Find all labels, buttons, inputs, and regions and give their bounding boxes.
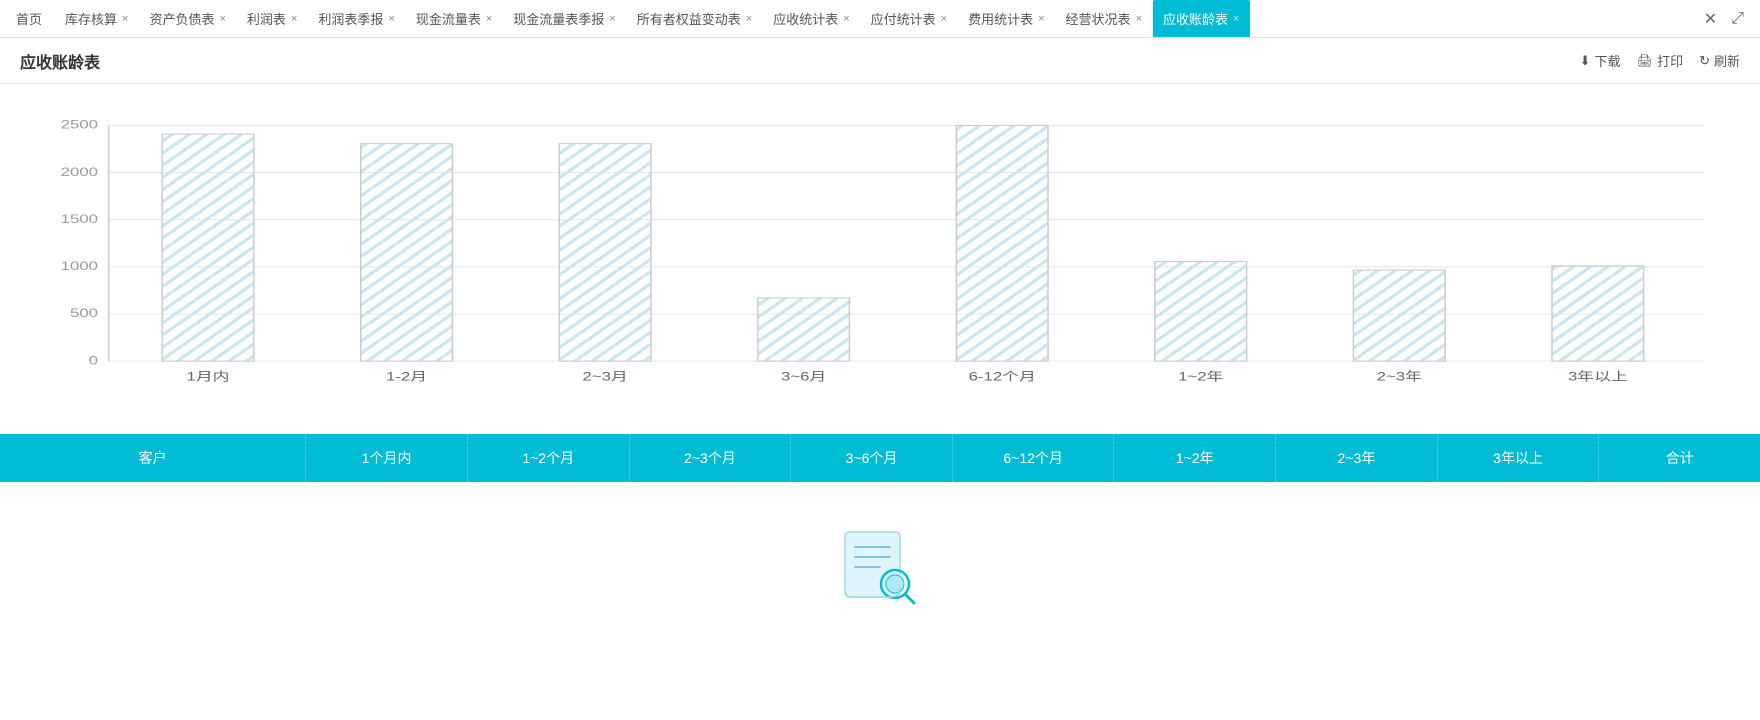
table-header-cell-6: 1~2年 bbox=[1114, 434, 1276, 482]
tab-close-ar-aging[interactable]: × bbox=[1233, 13, 1239, 25]
tab-close-profit[interactable]: × bbox=[291, 13, 297, 25]
tab-label-cashflow: 现金流量表 bbox=[416, 9, 481, 28]
tab-label-balance-sheet: 资产负债表 bbox=[149, 9, 214, 28]
tab-operations[interactable]: 经营状况表 × bbox=[1056, 0, 1153, 38]
tab-home[interactable]: 首页 bbox=[4, 0, 55, 38]
tab-label-inventory: 库存核算 bbox=[65, 9, 117, 28]
table-header-cell-3: 2~3个月 bbox=[630, 434, 792, 482]
bar-2-3year bbox=[1353, 270, 1445, 361]
bar-1month bbox=[162, 134, 254, 361]
tab-cashflow[interactable]: 现金流量表 × bbox=[406, 0, 503, 38]
tab-label-ar-aging: 应收账龄表 bbox=[1163, 9, 1228, 28]
table-header-cell-2: 1~2个月 bbox=[468, 434, 630, 482]
tab-label-ar-stats: 应收统计表 bbox=[773, 9, 838, 28]
tab-close-ap-stats[interactable]: × bbox=[941, 13, 947, 25]
tab-inventory[interactable]: 库存核算 × bbox=[55, 0, 139, 38]
tab-close-equity[interactable]: × bbox=[746, 13, 752, 25]
tab-close-ar-stats[interactable]: × bbox=[843, 13, 849, 25]
svg-text:0: 0 bbox=[89, 355, 98, 368]
bar-3plus-year bbox=[1552, 266, 1644, 361]
tab-expense-stats[interactable]: 费用统计表 × bbox=[958, 0, 1055, 38]
download-button[interactable]: ⬇ 下载 bbox=[1580, 51, 1621, 70]
table-header-cell-4: 3~6个月 bbox=[791, 434, 953, 482]
bar-6-12month bbox=[956, 125, 1048, 361]
main-content: 0 500 1000 1500 2000 2500 bbox=[0, 84, 1760, 720]
table-header-cell-5: 6~12个月 bbox=[953, 434, 1115, 482]
print-button[interactable]: 🖨 打印 bbox=[1637, 51, 1684, 70]
download-icon: ⬇ bbox=[1580, 53, 1591, 69]
tab-label-ap-stats: 应付统计表 bbox=[871, 9, 936, 28]
refresh-icon: ↻ bbox=[1699, 53, 1710, 69]
tab-equity[interactable]: 所有者权益变动表 × bbox=[627, 0, 763, 38]
tab-ar-aging[interactable]: 应收账龄表 × bbox=[1153, 0, 1250, 38]
tab-bar-actions: ✕ ⤢ bbox=[1700, 7, 1756, 31]
tab-ar-stats[interactable]: 应收统计表 × bbox=[763, 0, 860, 38]
empty-icon bbox=[830, 522, 930, 612]
table-header-cell-1: 1个月内 bbox=[306, 434, 468, 482]
svg-text:3~6月: 3~6月 bbox=[781, 371, 826, 384]
svg-text:1~2年: 1~2年 bbox=[1178, 370, 1223, 384]
tab-close-expense-stats[interactable]: × bbox=[1038, 13, 1044, 25]
print-icon: 🖨 bbox=[1637, 53, 1654, 69]
tab-label-profit-quarterly: 利润表季报 bbox=[318, 9, 383, 28]
tab-label-equity: 所有者权益变动表 bbox=[637, 9, 741, 28]
bar-1-2month bbox=[361, 144, 453, 362]
svg-text:1月内: 1月内 bbox=[187, 370, 230, 384]
refresh-button[interactable]: ↻ 刷新 bbox=[1699, 51, 1740, 70]
svg-text:2~3月: 2~3月 bbox=[582, 371, 627, 384]
svg-text:3年以上: 3年以上 bbox=[1568, 370, 1628, 384]
tab-close-cashflow-quarterly[interactable]: × bbox=[609, 13, 615, 25]
header-actions: ⬇ 下载 🖨 打印 ↻ 刷新 bbox=[1580, 51, 1740, 70]
tab-profit[interactable]: 利润表 × bbox=[237, 0, 308, 38]
table-header-cell-9: 合计 bbox=[1599, 434, 1760, 482]
table-header: 客户1个月内1~2个月2~3个月3~6个月6~12个月1~2年2~3年3年以上合… bbox=[0, 434, 1760, 482]
chart-area: 0 500 1000 1500 2000 2500 bbox=[0, 84, 1760, 434]
tab-bar: 首页 库存核算×资产负债表×利润表×利润表季报×现金流量表×现金流量表季报×所有… bbox=[0, 0, 1760, 38]
svg-text:500: 500 bbox=[70, 307, 98, 320]
table-header-cell-7: 2~3年 bbox=[1276, 434, 1438, 482]
empty-state bbox=[0, 482, 1760, 652]
bar-2-3month bbox=[559, 144, 651, 362]
tab-label-expense-stats: 费用统计表 bbox=[968, 9, 1033, 28]
tab-cashflow-quarterly[interactable]: 现金流量表季报 × bbox=[503, 0, 626, 38]
svg-text:1000: 1000 bbox=[61, 260, 98, 273]
tab-balance-sheet[interactable]: 资产负债表 × bbox=[139, 0, 236, 38]
tab-profit-quarterly[interactable]: 利润表季报 × bbox=[308, 0, 405, 38]
tab-close-balance-sheet[interactable]: × bbox=[219, 13, 225, 25]
page-header: 应收账龄表 ⬇ 下载 🖨 打印 ↻ 刷新 bbox=[0, 38, 1760, 84]
table-header-cell-0: 客户 bbox=[0, 434, 306, 482]
tab-label-profit: 利润表 bbox=[247, 9, 286, 28]
tab-ap-stats[interactable]: 应付统计表 × bbox=[861, 0, 958, 38]
tab-close-inventory[interactable]: × bbox=[122, 13, 128, 25]
page-title: 应收账龄表 bbox=[20, 49, 100, 73]
tab-close-profit-quarterly[interactable]: × bbox=[388, 13, 394, 25]
bar-chart: 0 500 1000 1500 2000 2500 bbox=[40, 104, 1720, 404]
svg-text:2500: 2500 bbox=[61, 119, 98, 132]
svg-text:2000: 2000 bbox=[61, 166, 98, 179]
tab-close-cashflow[interactable]: × bbox=[486, 13, 492, 25]
tab-label-cashflow-quarterly: 现金流量表季报 bbox=[513, 9, 604, 28]
bar-3-6month bbox=[758, 298, 850, 361]
svg-text:6-12个月: 6-12个月 bbox=[969, 370, 1036, 384]
chart-container: 0 500 1000 1500 2000 2500 bbox=[40, 104, 1720, 404]
svg-text:1500: 1500 bbox=[61, 213, 98, 226]
tab-label-operations: 经营状况表 bbox=[1066, 9, 1131, 28]
svg-text:1-2月: 1-2月 bbox=[386, 371, 427, 384]
tab-close-operations[interactable]: × bbox=[1136, 13, 1142, 25]
bar-1-2year bbox=[1155, 262, 1247, 362]
window-close-button[interactable]: ✕ bbox=[1700, 7, 1721, 31]
svg-text:2~3年: 2~3年 bbox=[1377, 370, 1422, 384]
window-maximize-button[interactable]: ⤢ bbox=[1727, 8, 1748, 30]
table-header-cell-8: 3年以上 bbox=[1438, 434, 1600, 482]
